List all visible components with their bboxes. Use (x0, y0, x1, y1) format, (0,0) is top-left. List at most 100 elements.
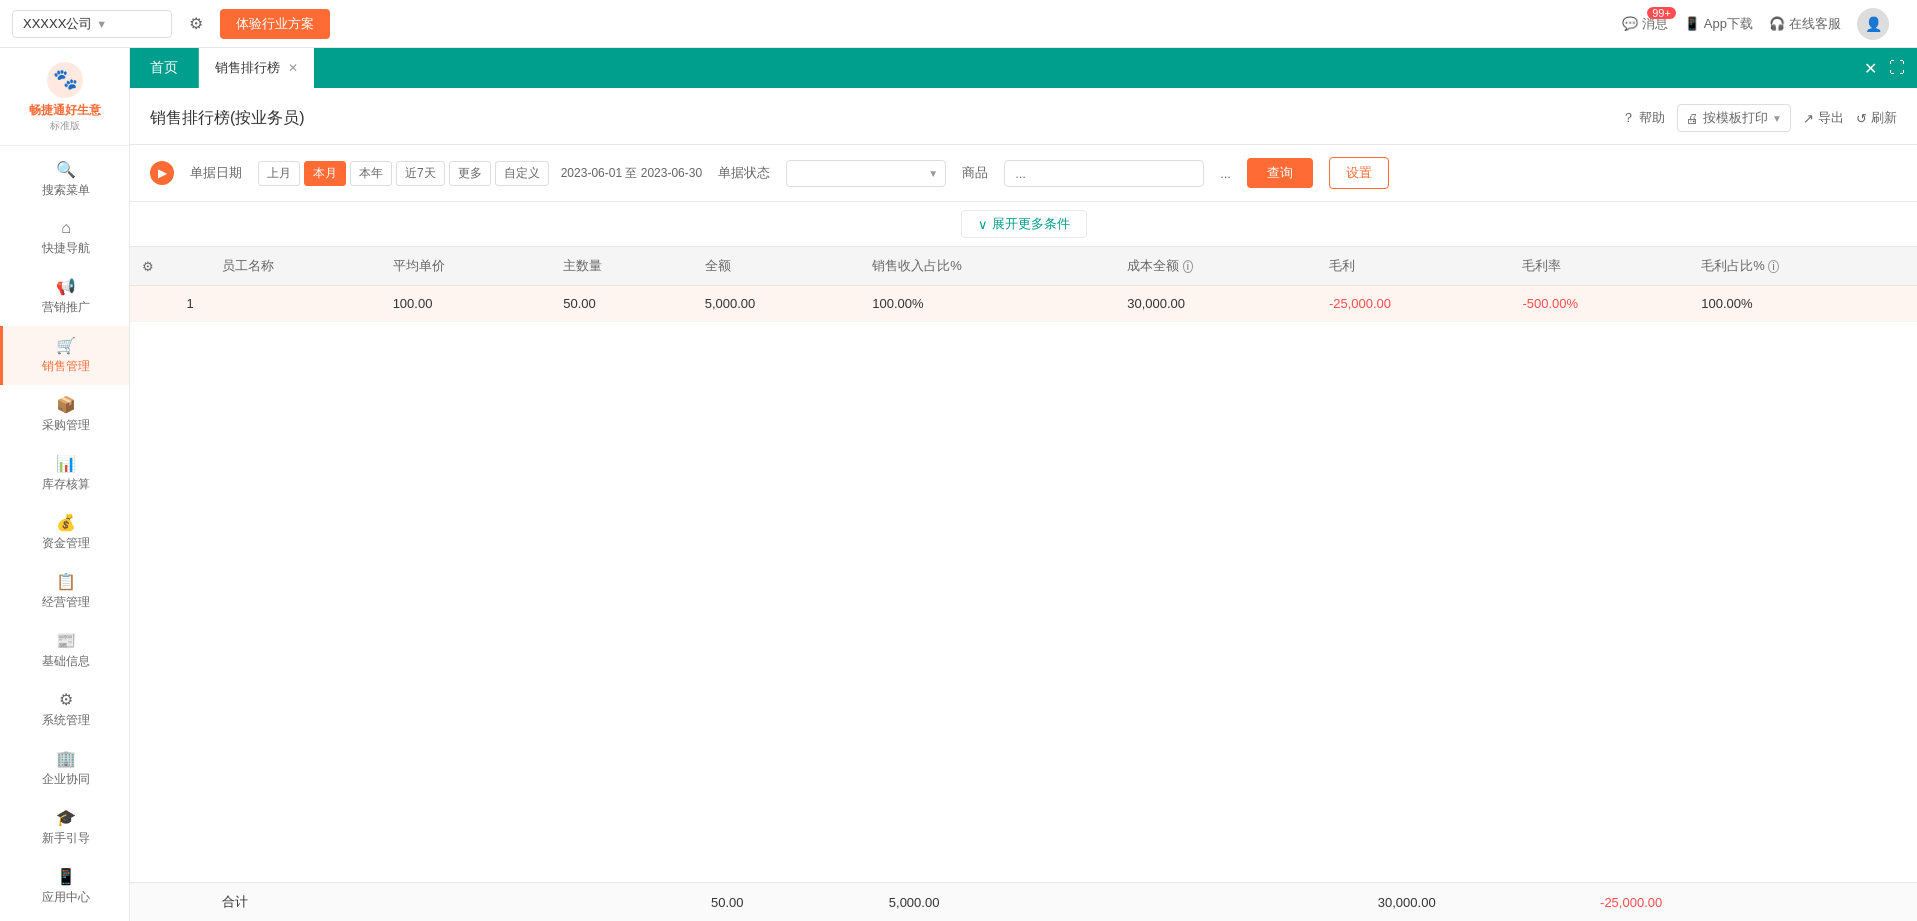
header-actions: ？ 帮助 🖨 按模板打印 ▼ ↗ 导出 ↺ 刷新 (1622, 104, 1897, 132)
total-table: 合计 50.00 5,000.00 30,000.00 -25,000.00 (130, 883, 1917, 921)
col-quantity: 主数量 (551, 247, 692, 286)
sidebar-item-purchase[interactable]: 📦 采购管理 (0, 385, 129, 444)
tab-close-button[interactable]: ✕ (288, 61, 298, 75)
settings-button[interactable]: ⚙ (180, 8, 212, 40)
row-sales-pct: 100.00% (860, 286, 1115, 322)
total-label: 合计 (210, 883, 477, 921)
date-btn-last-month[interactable]: 上月 (258, 161, 300, 186)
query-button[interactable]: 查询 (1247, 158, 1313, 188)
date-range: 2023-06-01 至 2023-06-30 (561, 165, 702, 182)
tab-sales-ranking[interactable]: 销售排行榜 ✕ (199, 48, 314, 88)
row-cost: 30,000.00 (1115, 286, 1317, 322)
tab-home[interactable]: 首页 (130, 48, 199, 88)
sidebar-item-system[interactable]: ⚙ 系统管理 (0, 680, 129, 739)
date-filters: 上月 本月 本年 近7天 更多 自定义 2023-06-01 至 2023-06… (258, 161, 702, 186)
sidebar-item-sales[interactable]: 🛒 销售管理 (0, 326, 129, 385)
logo-icon: 🐾 (45, 60, 85, 100)
status-select[interactable] (786, 160, 946, 187)
data-table: ⚙ 员工名称 平均单价 主数量 全额 销售收入占比% 成本全额 i 毛利 毛利率… (130, 247, 1917, 322)
total-avg-price (477, 883, 699, 921)
sidebar: 🐾 畅捷通好生意 标准版 🔍 搜索菜单 ⌂ 快捷导航 📢 营销推广 (0, 48, 130, 921)
filter-row: ▶ 单据日期 上月 本月 本年 近7天 更多 自定义 2023-06-01 至 … (150, 157, 1897, 189)
home-icon: ⌂ (61, 219, 71, 237)
goods-input[interactable] (1004, 160, 1204, 187)
message-icon: 💬 (1622, 16, 1638, 31)
total-profit: -25,000.00 (1588, 883, 1810, 921)
row-name (210, 286, 381, 322)
sidebar-label-enterprise: 企业协同 (42, 771, 90, 788)
total-footer: 合计 50.00 5,000.00 30,000.00 -25,000.00 (130, 882, 1917, 921)
sidebar-label-purchase: 采购管理 (42, 417, 90, 434)
more-filter-button[interactable]: ... (1220, 166, 1231, 181)
purchase-icon: 📦 (56, 395, 76, 414)
refresh-button[interactable]: ↺ 刷新 (1856, 109, 1897, 127)
sidebar-item-appcenter[interactable]: 📱 应用中心 (0, 857, 129, 916)
print-button[interactable]: 🖨 按模板打印 ▼ (1677, 104, 1791, 132)
date-btn-more[interactable]: 更多 (449, 161, 491, 186)
guide-icon: 🎓 (56, 808, 76, 827)
date-btn-custom[interactable]: 自定义 (495, 161, 549, 186)
sidebar-label-shortcut: 快捷导航 (42, 240, 90, 257)
logo-area: 🐾 畅捷通好生意 标准版 (0, 48, 129, 146)
sidebar-item-operation[interactable]: 📋 经营管理 (0, 562, 129, 621)
headset-icon: 🎧 (1769, 16, 1785, 31)
row-profit-pct: 100.00% (1689, 286, 1917, 322)
sidebar-item-enterprise[interactable]: 🏢 企业协同 (0, 739, 129, 798)
sidebar-item-marketing[interactable]: 📢 营销推广 (0, 267, 129, 326)
total-settings-col (130, 883, 170, 921)
appcenter-icon: 📱 (56, 867, 76, 886)
col-avg-price: 平均单价 (381, 247, 552, 286)
company-selector[interactable]: XXXXX公司 ▼ (12, 10, 172, 38)
refresh-icon: ↺ (1856, 111, 1867, 126)
total-quantity: 50.00 (699, 883, 877, 921)
app-download-button[interactable]: 📱 App下载 (1684, 15, 1753, 33)
message-button[interactable]: 💬 消息 99+ (1622, 15, 1668, 33)
sidebar-label-operation: 经营管理 (42, 594, 90, 611)
col-settings[interactable]: ⚙ (130, 247, 170, 286)
maximize-icon[interactable]: ⛶ (1889, 59, 1905, 77)
printer-icon: 🖨 (1686, 111, 1699, 126)
row-profit-rate: -500.00% (1510, 286, 1689, 322)
date-btn-7days[interactable]: 近7天 (396, 161, 445, 186)
sidebar-item-wechat[interactable]: 💬 企业微信 (0, 916, 129, 921)
sidebar-label-basic: 基础信息 (42, 653, 90, 670)
sidebar-label-search: 搜索菜单 (42, 182, 90, 199)
logo-name: 畅捷通好生意 (29, 102, 101, 119)
close-window-icon[interactable]: ✕ (1864, 59, 1877, 78)
sidebar-item-guide[interactable]: 🎓 新手引导 (0, 798, 129, 857)
total-sales-pct (1099, 883, 1366, 921)
sidebar-label-finance: 资金管理 (42, 535, 90, 552)
expand-arrow-button[interactable]: ▶ (150, 161, 174, 185)
table-container: ⚙ 员工名称 平均单价 主数量 全额 销售收入占比% 成本全额 i 毛利 毛利率… (130, 247, 1917, 882)
sidebar-label-appcenter: 应用中心 (42, 889, 90, 906)
sidebar-label-guide: 新手引导 (42, 830, 90, 847)
chevron-down-expand-icon: ∨ (978, 217, 988, 232)
expand-more-button[interactable]: ∨ 展开更多条件 (961, 210, 1087, 238)
operation-icon: 📋 (56, 572, 76, 591)
trial-button[interactable]: 体验行业方案 (220, 9, 330, 39)
date-btn-this-month[interactable]: 本月 (304, 161, 346, 186)
total-cost: 30,000.00 (1366, 883, 1588, 921)
tabs-bar: 首页 销售排行榜 ✕ ✕ ⛶ (130, 48, 1917, 88)
phone-icon: 📱 (1684, 16, 1700, 31)
date-btn-this-year[interactable]: 本年 (350, 161, 392, 186)
sidebar-item-basic[interactable]: 📰 基础信息 (0, 621, 129, 680)
online-service-button[interactable]: 🎧 在线客服 (1769, 15, 1841, 33)
avatar[interactable]: 👤 (1857, 8, 1889, 40)
table-header-row: ⚙ 员工名称 平均单价 主数量 全额 销售收入占比% 成本全额 i 毛利 毛利率… (130, 247, 1917, 286)
sidebar-nav: 🔍 搜索菜单 ⌂ 快捷导航 📢 营销推广 🛒 销售管理 📦 采购管理 (0, 146, 129, 921)
logo-sub: 标准版 (50, 119, 80, 133)
sidebar-item-shortcut[interactable]: ⌂ 快捷导航 (0, 209, 129, 267)
sidebar-label-sales: 销售管理 (42, 358, 90, 375)
export-button[interactable]: ↗ 导出 (1803, 109, 1844, 127)
sidebar-item-inventory[interactable]: 📊 库存核算 (0, 444, 129, 503)
total-rank-col (170, 883, 210, 921)
setting-button[interactable]: 设置 (1329, 157, 1389, 189)
row-total: 5,000.00 (693, 286, 861, 322)
top-bar-left: XXXXX公司 ▼ ⚙ 体验行业方案 (12, 8, 1622, 40)
export-icon: ↗ (1803, 111, 1814, 126)
sidebar-item-finance[interactable]: 💰 资金管理 (0, 503, 129, 562)
status-label: 单据状态 (718, 164, 770, 182)
help-button[interactable]: ？ 帮助 (1622, 109, 1665, 127)
sidebar-item-search[interactable]: 🔍 搜索菜单 (0, 150, 129, 209)
